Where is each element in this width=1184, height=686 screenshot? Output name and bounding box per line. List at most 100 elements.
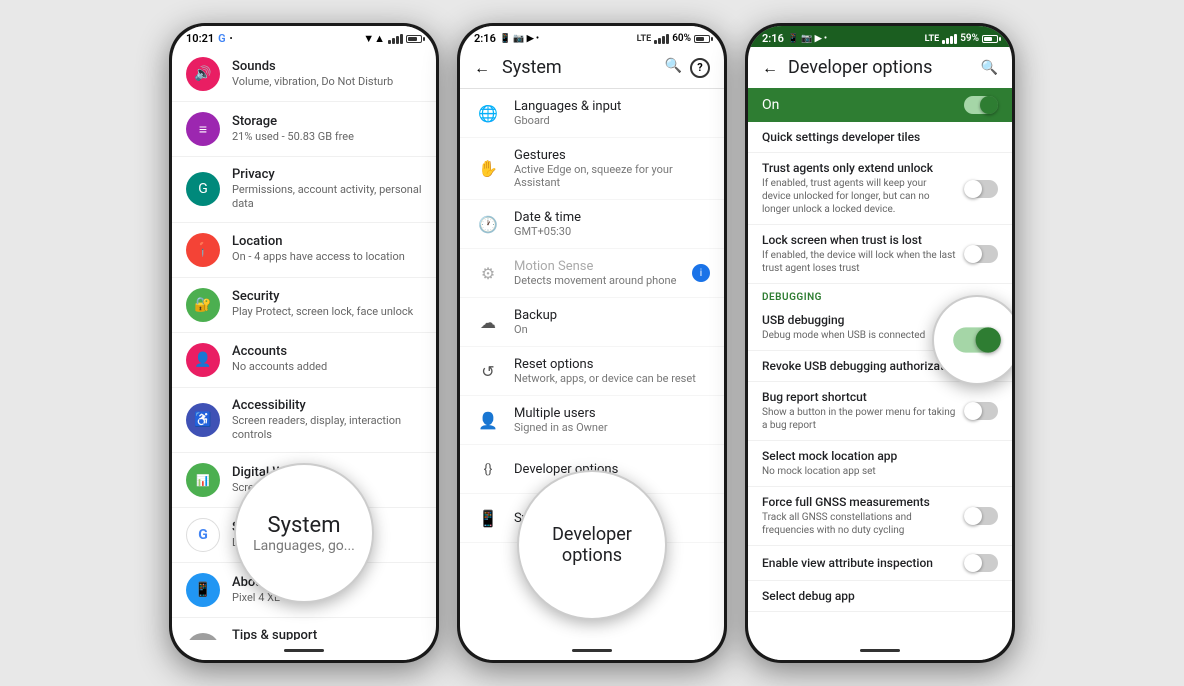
location-icon: 📍 <box>186 233 220 267</box>
dev-item-trust[interactable]: Trust agents only extend unlock If enabl… <box>748 153 1012 225</box>
gestures-icon: ✋ <box>474 155 502 183</box>
trust-toggle[interactable] <box>964 180 998 198</box>
wifi-icon: ▼▲ <box>363 32 385 45</box>
list-item-sounds[interactable]: 🔊 Sounds Volume, vibration, Do Not Distu… <box>172 47 436 102</box>
accounts-icon: 👤 <box>186 343 220 377</box>
bottom-bar-1 <box>172 640 436 660</box>
back-icon-2[interactable]: ← <box>474 58 490 78</box>
google-icon: G <box>218 32 226 45</box>
dev-item-lockscreen[interactable]: Lock screen when trust is lost If enable… <box>748 225 1012 284</box>
header-icons-2: 🔍 ? <box>665 58 710 78</box>
home-indicator-1[interactable] <box>284 649 324 652</box>
dev-item-quicksettings[interactable]: Quick settings developer tiles <box>748 122 1012 153</box>
dev-item-usb[interactable]: USB debugging Debug mode when USB is con… <box>748 305 1012 351</box>
storage-icon: ≡ <box>186 112 220 146</box>
on-label: On <box>762 97 779 113</box>
update-icon: 📱 <box>474 504 502 532</box>
dev-item-debug-app[interactable]: Select debug app <box>748 581 1012 612</box>
status-icons-3: 📱 📷 ▶ • <box>788 34 827 44</box>
time-1: 10:21 <box>186 32 214 45</box>
magnifier-circle-2: Developer options <box>517 470 667 620</box>
sys-item-languages[interactable]: 🌐 Languages & input Gboard <box>460 89 724 138</box>
search-icon-3[interactable]: 🔍 <box>981 60 998 76</box>
tips-text: Tips & support Help articles, phone & ch… <box>232 628 422 640</box>
reset-icon: ↺ <box>474 357 502 385</box>
lte-badge-2: LTE <box>637 34 652 44</box>
list-item-security[interactable]: 🔐 Security Play Protect, screen lock, fa… <box>172 278 436 333</box>
system-screen: 🌐 Languages & input Gboard ✋ Gestures Ac… <box>460 89 724 640</box>
sys-item-motion[interactable]: ⚙ Motion Sense Detects movement around p… <box>460 249 724 298</box>
usb-toggle[interactable] <box>953 327 1001 352</box>
dev-item-gnss[interactable]: Force full GNSS measurements Track all G… <box>748 487 1012 546</box>
sys-item-backup[interactable]: ☁ Backup On <box>460 298 724 347</box>
battery-icon-1 <box>406 35 422 43</box>
status-bar-2: 2:16 📱 📷 ▶ • LTE 60% <box>460 26 724 47</box>
system-header: ← System 🔍 ? <box>460 47 724 89</box>
dev-item-view-attr[interactable]: Enable view attribute inspection <box>748 546 1012 581</box>
developer-header: ← Developer options 🔍 <box>748 47 1012 88</box>
battery-icon-2 <box>694 35 710 43</box>
search-icon-2[interactable]: 🔍 <box>665 58 682 78</box>
time-2: 2:16 <box>474 32 496 45</box>
location-text: Location On - 4 apps have access to loca… <box>232 234 422 264</box>
lockscreen-toggle[interactable] <box>964 245 998 263</box>
dot-icon: • <box>230 34 233 43</box>
list-item-accessibility[interactable]: ♿ Accessibility Screen readers, display,… <box>172 388 436 454</box>
bottom-bar-3 <box>748 640 1012 660</box>
motion-icon: ⚙ <box>474 259 502 287</box>
languages-icon: 🌐 <box>474 99 502 127</box>
home-indicator-3[interactable] <box>860 649 900 652</box>
magnifier-circle-3 <box>932 295 1012 385</box>
developer-options-title: Developer options <box>788 57 971 78</box>
list-item-accounts[interactable]: 👤 Accounts No accounts added <box>172 333 436 388</box>
security-text: Security Play Protect, screen lock, face… <box>232 289 422 319</box>
sys-item-users[interactable]: 👤 Multiple users Signed in as Owner <box>460 396 724 445</box>
security-icon: 🔐 <box>186 288 220 322</box>
privacy-icon: G <box>186 172 220 206</box>
signal-icon-2 <box>654 34 669 44</box>
backup-icon: ☁ <box>474 308 502 336</box>
battery-pct-2: 60% <box>672 33 691 44</box>
sys-item-gestures[interactable]: ✋ Gestures Active Edge on, squeeze for y… <box>460 138 724 200</box>
magnifier-1-sub: Languages, go... <box>253 538 355 554</box>
toggle-knob <box>980 96 998 114</box>
back-icon-3[interactable]: ← <box>762 58 778 78</box>
list-item-tips[interactable]: ? Tips & support Help articles, phone & … <box>172 618 436 640</box>
battery-pct-3: 59% <box>960 33 979 44</box>
dev-item-mock-location[interactable]: Select mock location app No mock locatio… <box>748 441 1012 487</box>
help-icon-2[interactable]: ? <box>690 58 710 78</box>
bottom-bar-2 <box>460 640 724 660</box>
time-3: 2:16 <box>762 32 784 45</box>
gnss-toggle[interactable] <box>964 507 998 525</box>
status-bar-3: 2:16 📱 📷 ▶ • LTE 59% <box>748 26 1012 47</box>
messaging-icons: 📱 📷 ▶ • <box>500 34 539 44</box>
list-item-privacy[interactable]: G Privacy Permissions, account activity,… <box>172 157 436 223</box>
tips-icon: ? <box>186 633 220 640</box>
magnifier-1-title: System <box>253 513 355 538</box>
developer-icon: {} <box>474 455 502 483</box>
about-phone-icon: 📱 <box>186 573 220 607</box>
battery-icon-3 <box>982 35 998 43</box>
users-icon: 👤 <box>474 406 502 434</box>
digital-wellbeing-icon: 📊 <box>186 463 220 497</box>
google-settings-icon: G <box>186 518 220 552</box>
accessibility-icon: ♿ <box>186 403 220 437</box>
dev-item-bugreport[interactable]: Bug report shortcut Show a button in the… <box>748 382 1012 441</box>
list-item-storage[interactable]: ≡ Storage 21% used - 50.83 GB free <box>172 102 436 157</box>
system-title: System <box>502 57 653 78</box>
accessibility-text: Accessibility Screen readers, display, i… <box>232 398 422 443</box>
home-indicator-2[interactable] <box>572 649 612 652</box>
signal-icon-3 <box>942 34 957 44</box>
motion-badge: i <box>692 264 710 282</box>
magnifier-circle-1: System Languages, go... <box>234 463 374 603</box>
view-attr-toggle[interactable] <box>964 554 998 572</box>
sounds-icon: 🔊 <box>186 57 220 91</box>
sounds-text: Sounds Volume, vibration, Do Not Disturb <box>232 59 422 89</box>
list-item-location[interactable]: 📍 Location On - 4 apps have access to lo… <box>172 223 436 278</box>
bugreport-toggle[interactable] <box>964 402 998 420</box>
developer-toggle[interactable] <box>964 96 998 114</box>
sys-item-reset[interactable]: ↺ Reset options Network, apps, or device… <box>460 347 724 396</box>
sys-item-datetime[interactable]: 🕐 Date & time GMT+05:30 <box>460 200 724 249</box>
datetime-icon: 🕐 <box>474 210 502 238</box>
lte-badge-3: LTE <box>925 34 940 44</box>
